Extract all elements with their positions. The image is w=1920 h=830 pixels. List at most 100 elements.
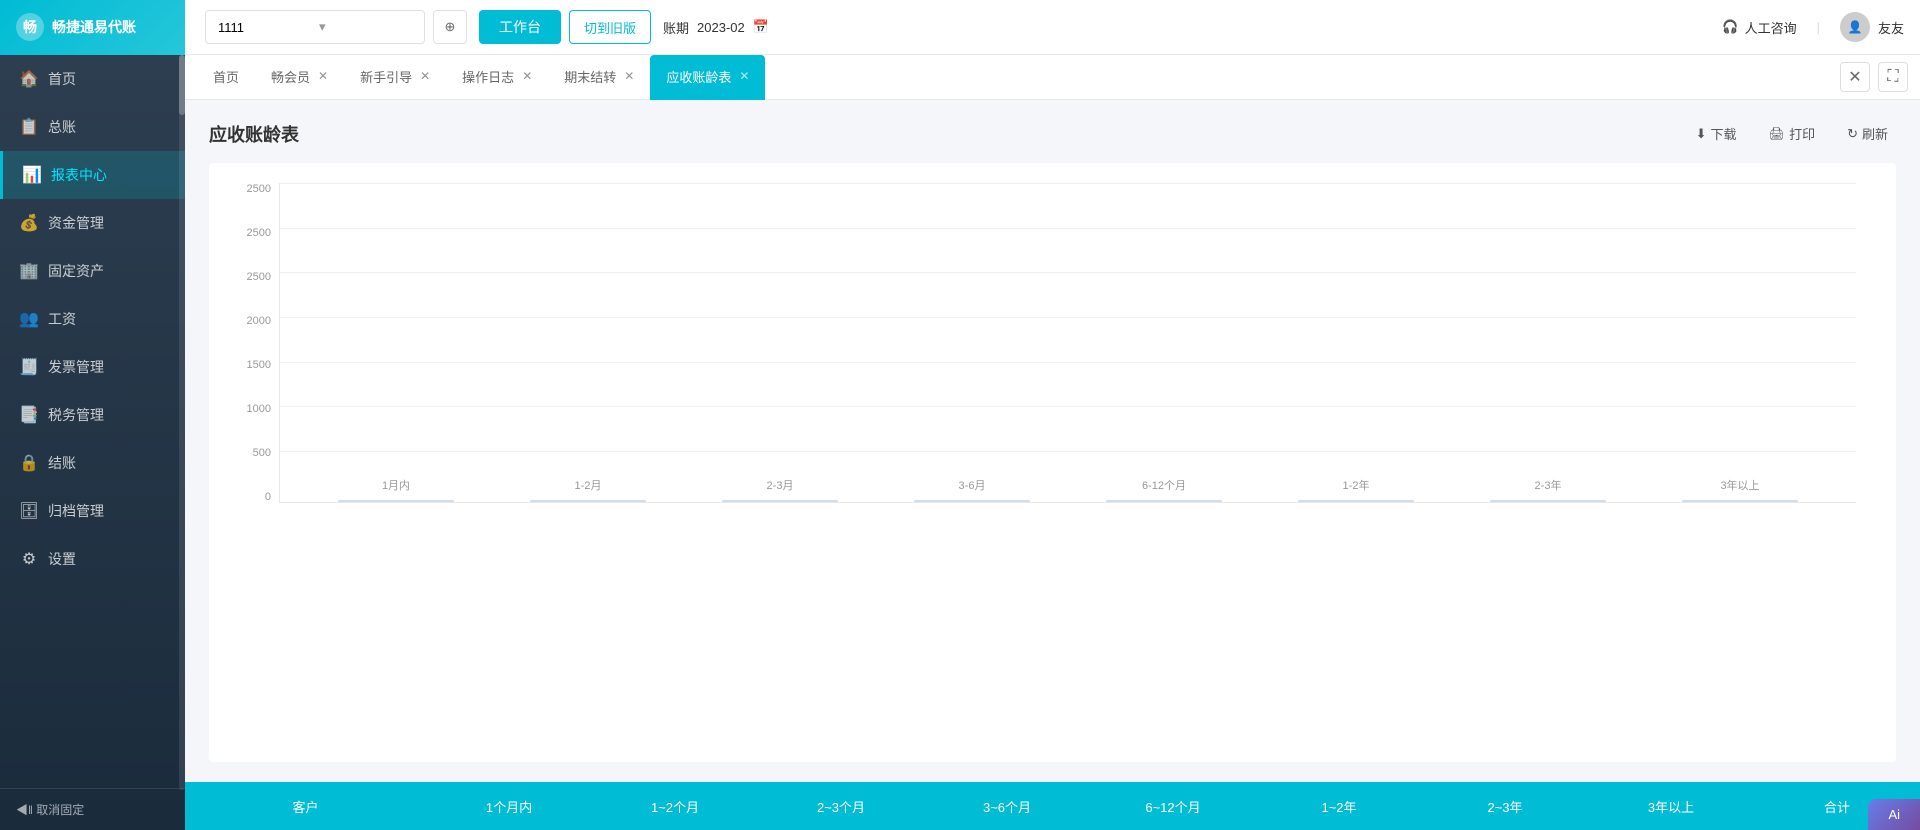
x-label-2-3month: 2-3月 — [684, 477, 876, 493]
sidebar-label-archive: 归档管理 — [48, 501, 104, 521]
payroll-icon: 👥 — [20, 310, 38, 328]
chart-container: 2500 2500 2500 2000 1500 1000 500 0 — [209, 163, 1896, 762]
sidebar-item-close[interactable]: 🔒 结账 — [0, 439, 185, 487]
ai-badge[interactable]: Ai — [1868, 799, 1920, 830]
tab-period-end-label: 期末结转 — [564, 67, 616, 86]
refresh-label: 刷新 — [1862, 124, 1888, 143]
tab-ar-aging-close-icon[interactable]: ✕ — [739, 69, 749, 83]
user-name: 友友 — [1878, 18, 1904, 37]
x-label-6-12month: 6-12个月 — [1068, 477, 1260, 493]
copy-icon: ⊕ — [445, 19, 456, 35]
sidebar-label-assets: 固定资产 — [48, 261, 104, 281]
sidebar-item-tax[interactable]: 📑 税务管理 — [0, 391, 185, 439]
user-area[interactable]: 👤 友友 — [1840, 12, 1904, 42]
y-label-2500c: 2500 — [247, 271, 271, 283]
period-label: 账期 — [663, 18, 689, 37]
tab-home[interactable]: 首页 — [197, 55, 255, 100]
logo-area: 畅 畅捷通易代账 — [0, 0, 185, 55]
tab-ar-aging-label: 应收账龄表 — [666, 67, 731, 86]
archive-icon: 🗄 — [20, 502, 38, 520]
sidebar-label-close: 结账 — [48, 453, 76, 473]
content-area: 首页 畅会员 ✕ 新手引导 ✕ 操作日志 ✕ 期末结转 ✕ 应收账龄表 ✕ — [185, 55, 1920, 830]
table-header: 客户 1个月内 1~2个月 2~3个月 3~6个月 6~12个月 1~2年 2~… — [185, 782, 1920, 830]
tab-bar: 首页 畅会员 ✕ 新手引导 ✕ 操作日志 ✕ 期末结转 ✕ 应收账龄表 ✕ — [185, 55, 1920, 100]
header-right: 🎧 人工咨询 | 👤 友友 — [1722, 12, 1904, 42]
print-button[interactable]: 🖨 打印 — [1761, 120, 1824, 147]
consult-button[interactable]: 🎧 人工咨询 — [1722, 18, 1796, 37]
period-value: 2023-02 — [697, 20, 745, 35]
x-label-1-2year: 1-2年 — [1260, 477, 1452, 493]
consult-label: 人工咨询 — [1745, 18, 1797, 37]
sidebar-item-payroll[interactable]: 👥 工资 — [0, 295, 185, 343]
invoice-icon: 🧾 — [20, 358, 38, 376]
download-icon: ⬇ — [1696, 126, 1707, 142]
sidebar-item-home[interactable]: 🏠 首页 — [0, 55, 185, 103]
x-label-1month: 1月内 — [300, 477, 492, 493]
sidebar-footer-toggle[interactable]: ◀‖ 取消固定 — [0, 788, 185, 830]
chevron-down-icon: ▾ — [319, 19, 412, 35]
period-area: 账期 2023-02 📅 — [663, 18, 769, 37]
assets-icon: 🏢 — [20, 262, 38, 280]
sidebar-item-archive[interactable]: 🗄 归档管理 — [0, 487, 185, 535]
y-label-0: 0 — [265, 491, 271, 503]
th-2-3year: 2~3年 — [1422, 797, 1588, 816]
sidebar-item-settings[interactable]: ⚙ 设置 — [0, 535, 185, 583]
tab-oplog[interactable]: 操作日志 ✕ — [446, 55, 548, 100]
tab-oplog-close-icon[interactable]: ✕ — [522, 69, 532, 83]
tab-close-button[interactable]: ✕ — [1840, 62, 1870, 92]
sidebar-label-invoice: 发票管理 — [48, 357, 104, 377]
page-title: 应收账龄表 — [209, 121, 299, 147]
sidebar-label-payroll: 工资 — [48, 309, 76, 329]
sidebar-footer-label: ◀‖ 取消固定 — [16, 801, 84, 818]
y-label-2500a: 2500 — [247, 183, 271, 195]
y-label-2000: 2000 — [247, 315, 271, 327]
th-1-2month: 1~2个月 — [592, 797, 758, 816]
tab-guide[interactable]: 新手引导 ✕ — [344, 55, 446, 100]
sidebar: 🏠 首页 📋 总账 📊 报表中心 💰 资金管理 🏢 固定资产 👥 工资 🧾 发票… — [0, 55, 185, 830]
funds-icon: 💰 — [20, 214, 38, 232]
main-layout: 🏠 首页 📋 总账 📊 报表中心 💰 资金管理 🏢 固定资产 👥 工资 🧾 发票… — [0, 55, 1920, 830]
calendar-icon[interactable]: 📅 — [753, 19, 769, 35]
sidebar-item-ledger[interactable]: 📋 总账 — [0, 103, 185, 151]
tab-ar-aging[interactable]: 应收账龄表 ✕ — [650, 55, 765, 100]
th-2-3month: 2~3个月 — [758, 797, 924, 816]
sidebar-scrollbar[interactable] — [179, 55, 185, 790]
refresh-button[interactable]: ↻ 刷新 — [1839, 120, 1896, 147]
sidebar-item-assets[interactable]: 🏢 固定资产 — [0, 247, 185, 295]
tab-guide-close-icon[interactable]: ✕ — [420, 69, 430, 83]
download-button[interactable]: ⬇ 下载 — [1688, 120, 1745, 147]
company-name: 1111 — [218, 20, 311, 35]
logo-text: 畅捷通易代账 — [52, 17, 136, 37]
close-books-icon: 🔒 — [20, 454, 38, 472]
sidebar-label-home: 首页 — [48, 69, 76, 89]
logo-icon: 畅 — [16, 13, 44, 41]
sidebar-item-funds[interactable]: 💰 资金管理 — [0, 199, 185, 247]
ai-badge-label: Ai — [1888, 807, 1900, 822]
reports-icon: 📊 — [23, 166, 41, 184]
y-label-1500: 1500 — [247, 359, 271, 371]
toolbar-right: ⬇ 下载 🖨 打印 ↻ 刷新 — [1688, 120, 1896, 147]
sidebar-label-reports: 报表中心 — [51, 165, 107, 185]
chart-wrapper: 2500 2500 2500 2000 1500 1000 500 0 — [229, 183, 1876, 543]
ledger-icon: 📋 — [20, 118, 38, 136]
print-icon: 🖨 — [1769, 126, 1786, 142]
tab-member[interactable]: 畅会员 ✕ — [255, 55, 344, 100]
tab-member-close-icon[interactable]: ✕ — [318, 69, 328, 83]
tab-period-end-close-icon[interactable]: ✕ — [624, 69, 634, 83]
workbench-button[interactable]: 工作台 — [479, 10, 561, 44]
sidebar-item-invoice[interactable]: 🧾 发票管理 — [0, 343, 185, 391]
x-label-3-6month: 3-6月 — [876, 477, 1068, 493]
th-6-12month: 6~12个月 — [1090, 797, 1256, 816]
switch-version-button[interactable]: 切到旧版 — [569, 10, 651, 44]
copy-button[interactable]: ⊕ — [433, 10, 467, 44]
tab-period-end[interactable]: 期末结转 ✕ — [548, 55, 650, 100]
y-label-2500b: 2500 — [247, 227, 271, 239]
sidebar-item-reports[interactable]: 📊 报表中心 — [0, 151, 185, 199]
download-label: 下载 — [1711, 124, 1737, 143]
y-label-1000: 1000 — [247, 403, 271, 415]
x-label-3year-plus: 3年以上 — [1644, 477, 1836, 493]
tab-expand-button[interactable]: ⛶ — [1878, 62, 1908, 92]
th-customer: 客户 — [185, 797, 426, 816]
company-selector[interactable]: 1111 ▾ — [205, 10, 425, 44]
th-1month: 1个月内 — [426, 797, 592, 816]
